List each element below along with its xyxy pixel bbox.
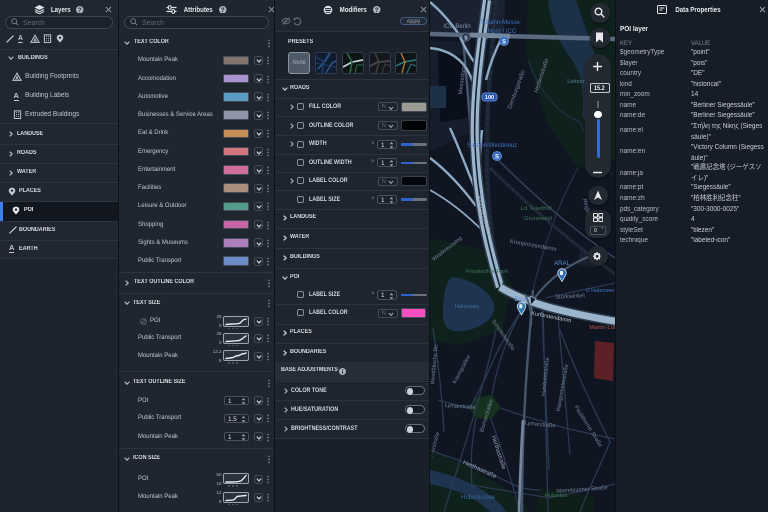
svg-text:Hubertussee: Hubertussee xyxy=(461,495,496,501)
svg-text:S: S xyxy=(495,155,499,161)
svg-text:ARAL: ARAL xyxy=(554,261,570,267)
svg-text:S-Bahn-Westkreuz: S-Bahn-Westkreuz xyxy=(467,143,517,149)
svg-text:?: ? xyxy=(78,8,82,14)
svg-text:Friedenthal Park: Friedenthal Park xyxy=(466,269,509,275)
svg-text:100: 100 xyxy=(485,95,494,101)
svg-text:ICC Berlin: ICC Berlin xyxy=(443,24,470,30)
svg-text:A: A xyxy=(33,38,37,44)
svg-text:S-Bahn-Messe: S-Bahn-Messe xyxy=(480,20,520,26)
svg-text:Grunewald: Grunewald xyxy=(524,216,552,222)
svg-text:A: A xyxy=(15,76,19,82)
svg-text:Ld. Friedhof: Ld. Friedhof xyxy=(521,206,552,212)
svg-text:?: ? xyxy=(221,8,225,14)
svg-text:U Halensee: U Halensee xyxy=(586,288,615,294)
svg-text:S: S xyxy=(502,40,506,46)
svg-text:S: S xyxy=(464,36,468,42)
svg-text:Nord / ICC: Nord / ICC xyxy=(488,29,517,35)
svg-text:Hubertus: Hubertus xyxy=(545,493,568,499)
svg-text:Halensee: Halensee xyxy=(455,304,480,310)
svg-text:?: ? xyxy=(375,8,379,14)
